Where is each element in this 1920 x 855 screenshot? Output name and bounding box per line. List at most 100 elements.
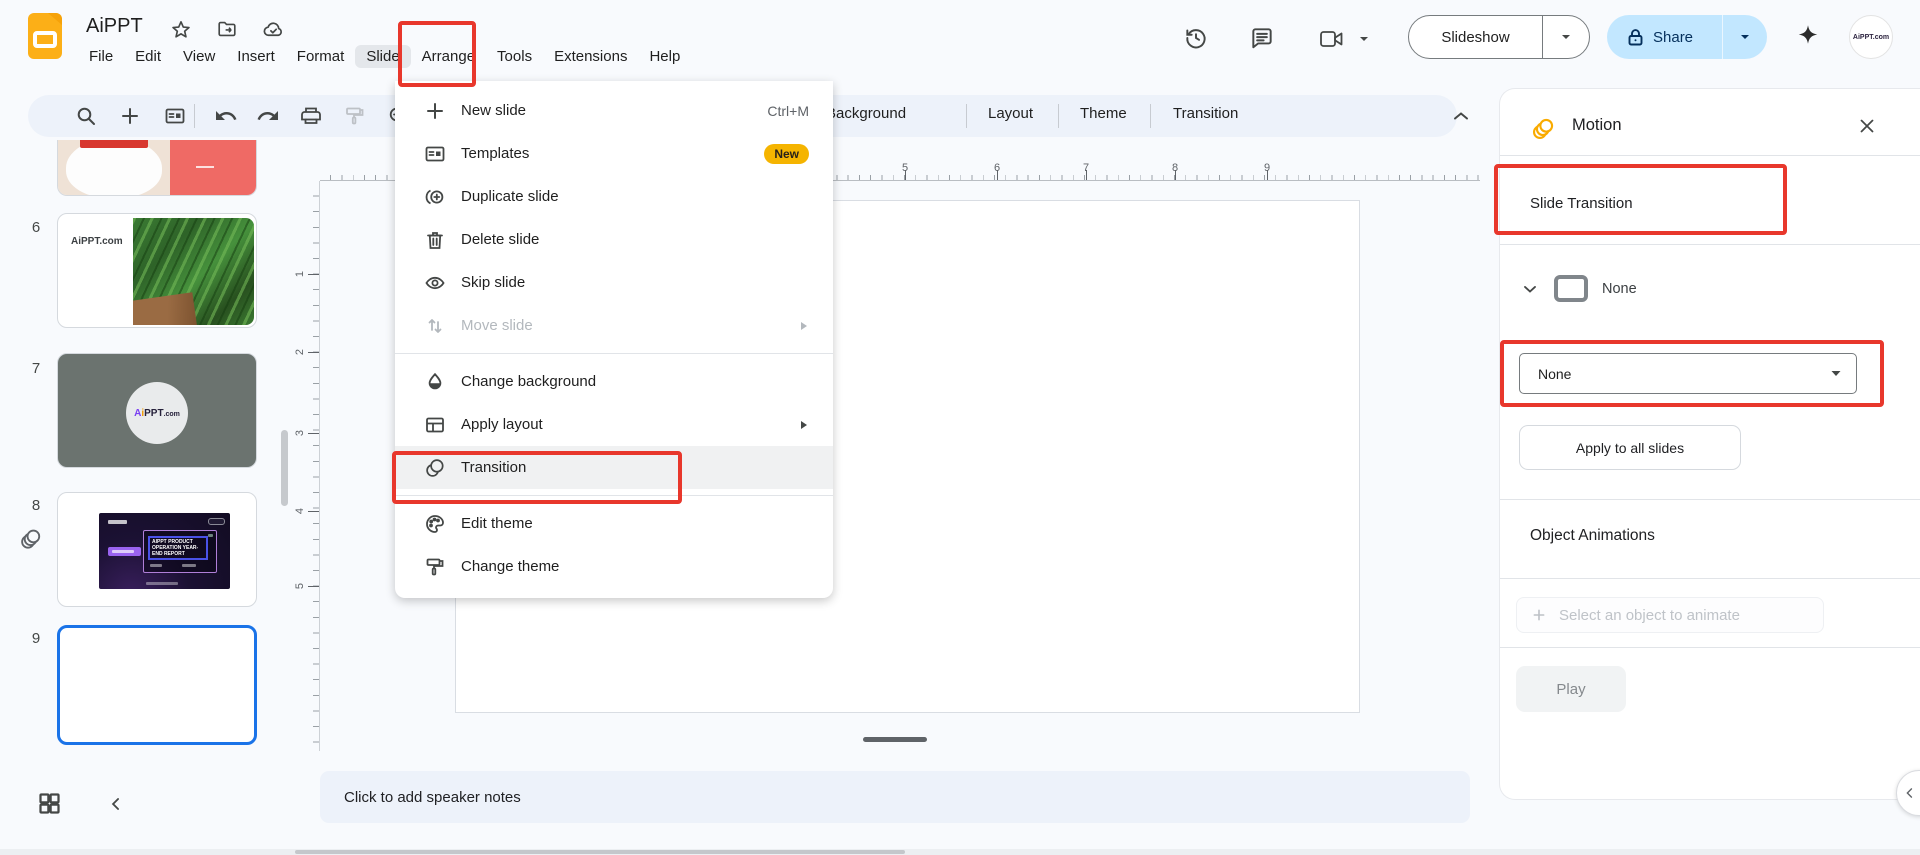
speaker-notes-input[interactable]: Click to add speaker notes	[320, 771, 1470, 823]
slide-thumbnail-9-selected[interactable]	[57, 625, 257, 745]
menu-view[interactable]: View	[172, 45, 226, 68]
grid-view-icon[interactable]	[36, 790, 63, 817]
thumb8-mini-slide: AIPPT PRODUCT OPERATION YEAR-END REPORT	[99, 513, 230, 589]
horizontal-scrollbar-thumb[interactable]	[295, 850, 905, 854]
menu-edit[interactable]: Edit	[124, 45, 172, 68]
doc-title[interactable]: AiPPT	[86, 15, 143, 38]
slides-logo-icon[interactable]	[26, 11, 64, 61]
menuitem-label: Transition	[461, 459, 527, 476]
trash-icon	[423, 228, 447, 252]
menuitem-delete-slide[interactable]: Delete slide	[395, 218, 833, 261]
star-icon[interactable]	[170, 18, 192, 40]
new-slide-layout-icon[interactable]	[163, 104, 187, 128]
comments-icon[interactable]	[1249, 25, 1275, 51]
transition-section-header[interactable]: None	[1520, 275, 1637, 302]
undo-icon[interactable]	[214, 104, 238, 128]
menu-help[interactable]: Help	[638, 45, 691, 68]
slide-thumbnail-7[interactable]: AiPPT.com	[57, 353, 257, 468]
submenu-caret-icon	[799, 419, 809, 431]
menu-arrange[interactable]: Arrange	[411, 45, 486, 68]
meet-camera-icon[interactable]	[1318, 27, 1346, 51]
slide-thumbnail-6[interactable]: AiPPT.com	[57, 213, 257, 328]
menuitem-new-slide[interactable]: New slide Ctrl+M	[395, 89, 833, 132]
menu-file[interactable]: File	[78, 45, 124, 68]
menuitem-skip-slide[interactable]: Skip slide	[395, 261, 833, 304]
redo-icon[interactable]	[256, 104, 280, 128]
menuitem-change-background[interactable]: Change background	[395, 360, 833, 403]
slideshow-button[interactable]: Slideshow	[1409, 29, 1542, 46]
toolbar-layout-button[interactable]: Layout	[988, 105, 1033, 122]
menuitem-change-theme[interactable]: Change theme	[395, 545, 833, 588]
toolbar-transition-button[interactable]: Transition	[1173, 105, 1238, 122]
share-button[interactable]: Share	[1607, 28, 1722, 47]
lock-icon	[1627, 28, 1644, 47]
menu-separator	[395, 353, 833, 354]
slideshow-dropdown-button[interactable]	[1543, 32, 1589, 42]
menu-format[interactable]: Format	[286, 45, 356, 68]
menuitem-apply-layout[interactable]: Apply layout	[395, 403, 833, 446]
cloud-saved-icon[interactable]	[262, 18, 285, 41]
transition-select[interactable]: None	[1519, 353, 1857, 394]
paint-format-icon[interactable]	[343, 104, 367, 128]
droplet-icon	[423, 370, 447, 394]
speaker-notes-placeholder: Click to add speaker notes	[344, 788, 521, 806]
menuitem-label: Templates	[461, 145, 530, 162]
menuitem-label: Edit theme	[461, 515, 533, 532]
menuitem-label: Apply layout	[461, 416, 543, 433]
vruler-num: 4	[294, 507, 307, 515]
play-button[interactable]: Play	[1516, 666, 1626, 712]
menuitem-transition[interactable]: Transition	[395, 446, 833, 489]
palette-icon	[423, 512, 447, 536]
new-slide-plus-icon[interactable]	[118, 104, 142, 128]
transition-icon	[423, 456, 447, 480]
move-folder-icon[interactable]	[216, 18, 238, 40]
collapse-toolbar-icon[interactable]	[1449, 104, 1473, 128]
menu-tools[interactable]: Tools	[486, 45, 543, 68]
menu-slide[interactable]: Slide	[355, 44, 411, 68]
menuitem-duplicate-slide[interactable]: Duplicate slide	[395, 175, 833, 218]
motion-icon	[1530, 115, 1557, 142]
plus-icon	[1531, 607, 1547, 623]
apply-to-all-slides-button[interactable]: Apply to all slides	[1519, 425, 1741, 470]
gemini-sparkle-icon[interactable]	[1793, 22, 1823, 52]
panel-title: Motion	[1572, 116, 1622, 134]
add-animation-button[interactable]: Select an object to animate	[1516, 597, 1824, 633]
print-icon[interactable]	[299, 104, 323, 128]
horizontal-scrollbar-track[interactable]	[0, 849, 1920, 855]
thumb5-color-block	[170, 140, 256, 195]
search-menus-icon[interactable]	[74, 104, 98, 128]
slide8-transition-indicator-icon[interactable]	[18, 526, 44, 552]
thumb6-photo-green-beans	[133, 218, 254, 325]
layout-icon	[423, 413, 447, 437]
version-history-icon[interactable]	[1183, 25, 1209, 51]
menuitem-edit-theme[interactable]: Edit theme	[395, 502, 833, 545]
transition-select-value: None	[1538, 365, 1572, 382]
plus-icon	[423, 99, 447, 123]
add-animation-label: Select an object to animate	[1559, 606, 1740, 624]
menuitem-templates[interactable]: Templates New	[395, 132, 833, 175]
submenu-caret-icon	[799, 320, 809, 332]
panel-divider	[1500, 244, 1920, 245]
panel-divider	[1500, 647, 1920, 648]
slide-thumbnail-8[interactable]: AIPPT PRODUCT OPERATION YEAR-END REPORT	[57, 492, 257, 607]
object-animations-heading: Object Animations	[1530, 527, 1655, 544]
camera-caret-icon[interactable]	[1358, 34, 1370, 44]
menu-insert[interactable]: Insert	[226, 45, 286, 68]
close-panel-icon[interactable]	[1856, 115, 1878, 137]
menuitem-label: New slide	[461, 102, 527, 119]
menuitem-move-slide[interactable]: Move slide	[395, 304, 833, 347]
toolbar-theme-button[interactable]: Theme	[1080, 105, 1127, 122]
toolbar-background-button[interactable]: Background	[826, 105, 906, 122]
vruler-num: 3	[294, 429, 307, 437]
notes-resize-handle[interactable]	[863, 737, 927, 742]
menu-extensions[interactable]: Extensions	[543, 45, 638, 68]
panel-divider	[1500, 578, 1920, 579]
collapse-filmstrip-icon[interactable]	[106, 794, 126, 814]
slide-number-9: 9	[31, 630, 41, 647]
account-avatar[interactable]: AiPPT.com	[1849, 15, 1893, 59]
slide-thumbnail-5-partial[interactable]	[57, 140, 257, 196]
panel-divider	[1500, 155, 1920, 156]
avatar-logo-text: AiPPT.com	[1852, 33, 1890, 41]
filmstrip-scrollbar[interactable]	[281, 430, 288, 506]
share-dropdown-button[interactable]	[1723, 32, 1767, 42]
